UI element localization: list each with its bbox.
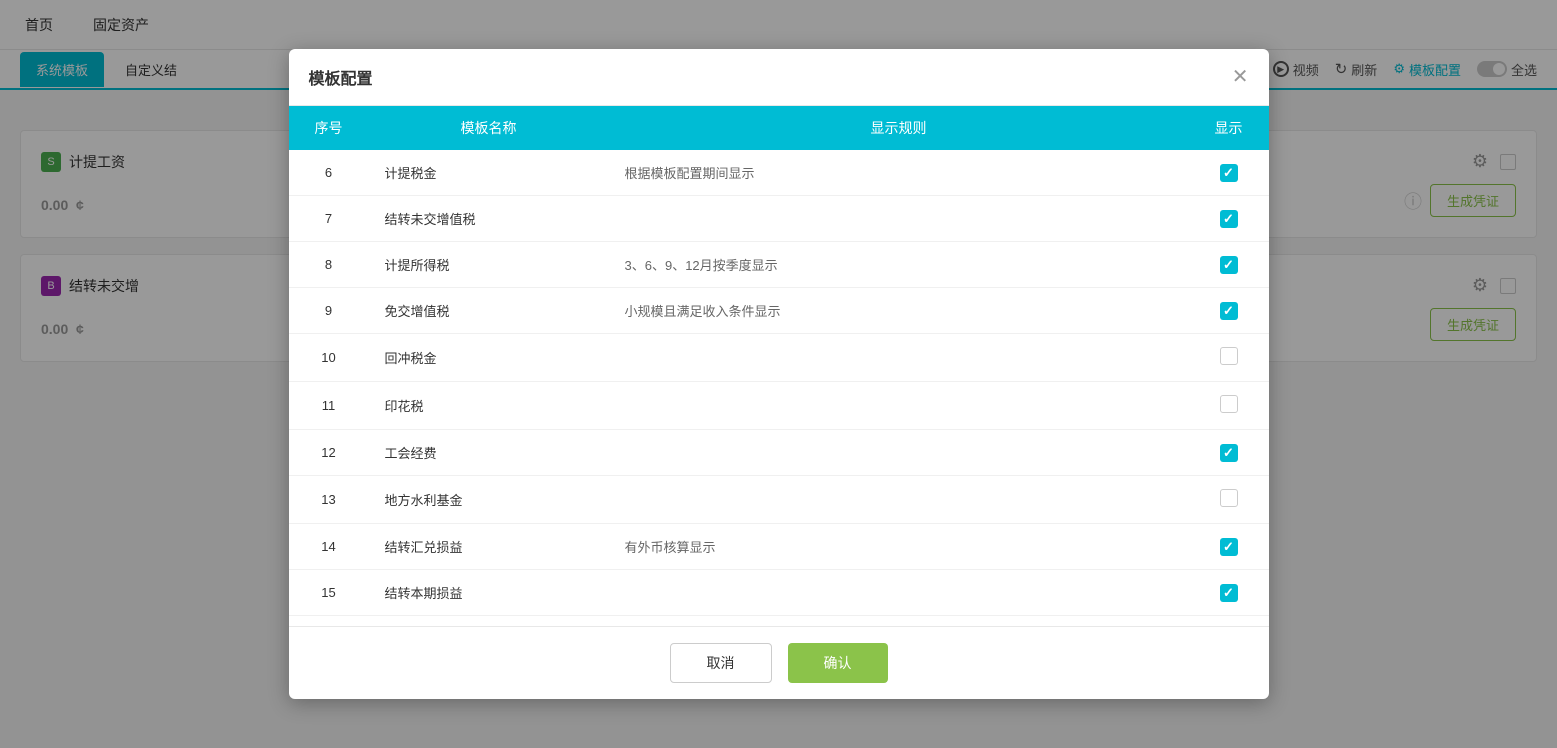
cell-seq: 9	[289, 288, 369, 334]
table-row: 9免交增值税小规模且满足收入条件显示	[289, 288, 1269, 334]
checkbox-checked[interactable]	[1220, 164, 1238, 182]
cell-checkbox[interactable]	[1189, 196, 1269, 242]
cell-seq: 10	[289, 334, 369, 382]
checkbox-unchecked[interactable]	[1220, 489, 1238, 507]
cell-name: 工会经费	[369, 430, 609, 476]
table-row: 7结转未交增值税	[289, 196, 1269, 242]
cell-rule: 有外币核算显示	[609, 524, 1189, 570]
confirm-button[interactable]: 确认	[788, 643, 888, 683]
cell-checkbox[interactable]	[1189, 616, 1269, 627]
dialog-header: 模板配置 ✕	[289, 49, 1269, 106]
cell-checkbox[interactable]	[1189, 570, 1269, 616]
table-row: 10回冲税金	[289, 334, 1269, 382]
cell-checkbox[interactable]	[1189, 334, 1269, 382]
dialog-title: 模板配置	[309, 65, 373, 89]
cell-seq: 11	[289, 382, 369, 430]
table-row: 13地方水利基金	[289, 476, 1269, 524]
cell-seq: 13	[289, 476, 369, 524]
checkbox-unchecked[interactable]	[1220, 395, 1238, 413]
checkbox-checked[interactable]	[1220, 538, 1238, 556]
checkbox-checked[interactable]	[1220, 210, 1238, 228]
cell-seq: 15	[289, 570, 369, 616]
cell-name: 结转未分配利润	[369, 616, 609, 627]
cancel-button[interactable]: 取消	[670, 643, 772, 683]
cell-rule	[609, 476, 1189, 524]
cell-checkbox[interactable]	[1189, 288, 1269, 334]
dialog-template-config: 模板配置 ✕ 序号 模板名称 显示规则 显示 6计提税金根据模板配置期间显示7结…	[289, 49, 1269, 699]
cell-rule: 3、6、9、12月按季度显示	[609, 242, 1189, 288]
cell-seq: 12	[289, 430, 369, 476]
cell-name: 免交增值税	[369, 288, 609, 334]
col-name: 模板名称	[369, 106, 609, 150]
cell-rule	[609, 430, 1189, 476]
cell-name: 计提税金	[369, 150, 609, 196]
cell-checkbox[interactable]	[1189, 476, 1269, 524]
cell-checkbox[interactable]	[1189, 150, 1269, 196]
col-seq: 序号	[289, 106, 369, 150]
cell-name: 计提所得税	[369, 242, 609, 288]
config-table-wrapper: 序号 模板名称 显示规则 显示 6计提税金根据模板配置期间显示7结转未交增值税8…	[289, 106, 1269, 626]
cell-name: 结转汇兑损益	[369, 524, 609, 570]
table-row: 12工会经费	[289, 430, 1269, 476]
table-row: 11印花税	[289, 382, 1269, 430]
config-table: 序号 模板名称 显示规则 显示 6计提税金根据模板配置期间显示7结转未交增值税8…	[289, 106, 1269, 626]
cell-seq: 8	[289, 242, 369, 288]
cell-seq: 7	[289, 196, 369, 242]
cell-checkbox[interactable]	[1189, 430, 1269, 476]
cell-rule	[609, 382, 1189, 430]
cell-rule	[609, 570, 1189, 616]
cell-rule	[609, 334, 1189, 382]
cell-seq: 16	[289, 616, 369, 627]
cell-name: 地方水利基金	[369, 476, 609, 524]
cell-seq: 14	[289, 524, 369, 570]
cell-checkbox[interactable]	[1189, 242, 1269, 288]
table-row: 6计提税金根据模板配置期间显示	[289, 150, 1269, 196]
checkbox-checked[interactable]	[1220, 302, 1238, 320]
dialog-footer: 取消 确认	[289, 626, 1269, 699]
table-row: 16结转未分配利润12月份显示	[289, 616, 1269, 627]
cell-seq: 6	[289, 150, 369, 196]
cell-rule: 根据模板配置期间显示	[609, 150, 1189, 196]
col-rule: 显示规则	[609, 106, 1189, 150]
cell-name: 结转未交增值税	[369, 196, 609, 242]
col-display: 显示	[1189, 106, 1269, 150]
cell-checkbox[interactable]	[1189, 382, 1269, 430]
table-row: 15结转本期损益	[289, 570, 1269, 616]
checkbox-checked[interactable]	[1220, 584, 1238, 602]
cell-name: 结转本期损益	[369, 570, 609, 616]
cell-checkbox[interactable]	[1189, 524, 1269, 570]
cell-name: 回冲税金	[369, 334, 609, 382]
cell-name: 印花税	[369, 382, 609, 430]
checkbox-checked[interactable]	[1220, 444, 1238, 462]
table-row: 14结转汇兑损益有外币核算显示	[289, 524, 1269, 570]
table-header-row: 序号 模板名称 显示规则 显示	[289, 106, 1269, 150]
cell-rule: 12月份显示	[609, 616, 1189, 627]
cell-rule	[609, 196, 1189, 242]
modal-overlay: 模板配置 ✕ 序号 模板名称 显示规则 显示 6计提税金根据模板配置期间显示7结…	[0, 0, 1557, 748]
cell-rule: 小规模且满足收入条件显示	[609, 288, 1189, 334]
table-row: 8计提所得税3、6、9、12月按季度显示	[289, 242, 1269, 288]
checkbox-checked[interactable]	[1220, 256, 1238, 274]
checkbox-unchecked[interactable]	[1220, 347, 1238, 365]
dialog-close-button[interactable]: ✕	[1232, 67, 1249, 87]
